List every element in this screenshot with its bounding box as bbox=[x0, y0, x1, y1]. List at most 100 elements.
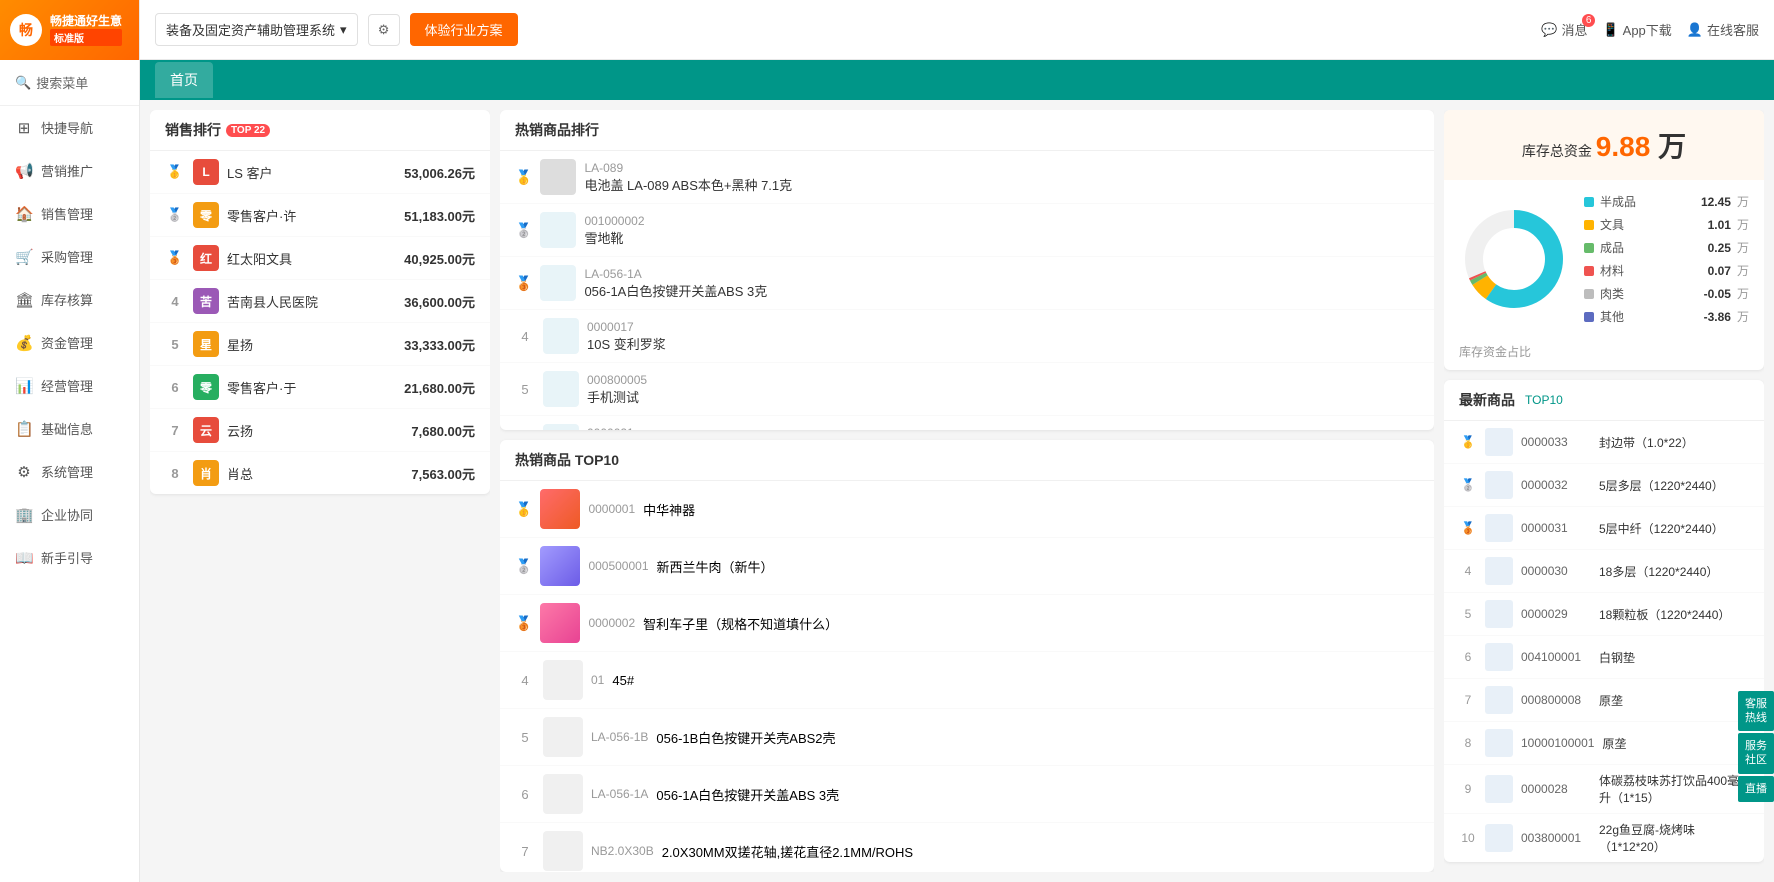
legend-value: 0.07 bbox=[1708, 264, 1731, 278]
product-image bbox=[543, 717, 583, 757]
product-name: 10S 变利罗浆 bbox=[587, 334, 1419, 353]
sidebar-item-inventory[interactable]: 🏛 库存核算 bbox=[0, 278, 139, 321]
product-name: 雪地靴 bbox=[584, 228, 1419, 247]
sales-amount: 40,925.00元 bbox=[404, 249, 475, 268]
product-image bbox=[540, 489, 580, 529]
product-name: 手机测试 bbox=[587, 387, 1419, 406]
product-ranking-table: 🥇 LA-089 电池盖 LA-089 ABS本色+黑种 7.1克 🥈 0010… bbox=[500, 151, 1434, 430]
cs-community-button[interactable]: 服务社区 bbox=[1738, 733, 1774, 774]
product-name: 原垄 bbox=[1599, 692, 1749, 709]
sidebar-item-enterprise[interactable]: 🏢 企业协同 bbox=[0, 493, 139, 536]
rank-medal: 🥈 bbox=[515, 558, 532, 575]
list-item: 🥉 0000031 5层中纤（1220*2440） bbox=[1444, 507, 1764, 550]
sales-ranking-title: 销售排行 bbox=[165, 120, 221, 140]
legend-value: 0.25 bbox=[1708, 241, 1731, 255]
settings-button[interactable]: ⚙ bbox=[368, 14, 400, 46]
nav-icon: 🏢 bbox=[15, 506, 33, 524]
new-products-subtitle: TOP10 bbox=[1525, 393, 1563, 407]
system-selector[interactable]: 装备及固定资产辅助管理系统 ▾ bbox=[155, 13, 358, 46]
chevron-down-icon: ▾ bbox=[340, 22, 347, 38]
rank-number: 7 bbox=[165, 423, 185, 438]
sales-amount: 36,600.00元 bbox=[404, 292, 475, 311]
hot-products-header: 热销商品 TOP10 bbox=[500, 440, 1434, 481]
sidebar-item-label: 系统管理 bbox=[41, 462, 93, 481]
gear-icon: ⚙ bbox=[378, 22, 390, 38]
sidebar-item-label: 营销推广 bbox=[41, 161, 93, 180]
product-code: LA-089 bbox=[584, 161, 1419, 175]
legend-color-dot bbox=[1584, 289, 1594, 299]
table-row: 🥉 红 红太阳文具 40,925.00元 bbox=[150, 237, 490, 280]
rank-number: 5 bbox=[165, 337, 185, 352]
sidebar-item-quick-nav[interactable]: ⊞ 快捷导航 bbox=[0, 106, 139, 149]
page-content: 销售排行 TOP 22 🥇 L LS 客户 53,006.26元 🥈 零 bbox=[140, 100, 1774, 882]
list-item: 7 000800008 原垄 bbox=[1444, 679, 1764, 722]
legend-value: -3.86 bbox=[1704, 310, 1731, 324]
rank-number: 4 bbox=[515, 329, 535, 344]
rank-number: 4 bbox=[1459, 564, 1477, 578]
sidebar-search-section: 🔍 搜索菜单 bbox=[0, 60, 139, 106]
rank-medal: 🥇 bbox=[515, 169, 532, 186]
legend-item: 文具 1.01 万 bbox=[1584, 213, 1749, 236]
inventory-title-text: 库存总资金 bbox=[1522, 143, 1592, 159]
online-service-button[interactable]: 👤 在线客服 bbox=[1687, 20, 1759, 39]
cs-hotline-button[interactable]: 客服热线 bbox=[1738, 691, 1774, 732]
product-name: 2.0X30MM双搓花轴,搓花直径2.1MM/ROHS bbox=[662, 842, 913, 861]
product-image bbox=[543, 660, 583, 700]
product-info: 0000021 夹壳 bbox=[587, 426, 1419, 431]
sidebar-item-sales[interactable]: 🏠 销售管理 bbox=[0, 192, 139, 235]
legend-color-dot bbox=[1584, 197, 1594, 207]
sidebar-item-system[interactable]: ⚙ 系统管理 bbox=[0, 450, 139, 493]
product-info: 001000002 雪地靴 bbox=[584, 214, 1419, 247]
legend-value: 12.45 bbox=[1701, 195, 1731, 209]
rank-number: 4 bbox=[515, 673, 535, 688]
cs-live-button[interactable]: 直播 bbox=[1738, 776, 1774, 802]
table-row: 5 000800005 手机测试 bbox=[500, 363, 1434, 416]
nav-icon: 🛒 bbox=[15, 248, 33, 266]
logo-text: 畅捷通好生意 bbox=[50, 14, 122, 30]
product-code: 000800005 bbox=[587, 373, 1419, 387]
sidebar-item-marketing[interactable]: 📢 营销推广 bbox=[0, 149, 139, 192]
tab-home[interactable]: 首页 bbox=[155, 62, 213, 98]
app-download-button[interactable]: 📱 App下载 bbox=[1602, 20, 1671, 39]
table-row: 🥈 零 零售客户·许 51,183.00元 bbox=[150, 194, 490, 237]
legend-color-dot bbox=[1584, 312, 1594, 322]
product-image bbox=[1485, 600, 1513, 628]
left-column: 销售排行 TOP 22 🥇 L LS 客户 53,006.26元 🥈 零 bbox=[150, 110, 490, 872]
logo-icon: 畅 bbox=[10, 14, 42, 46]
sidebar-item-operation[interactable]: 📊 经营管理 bbox=[0, 364, 139, 407]
sidebar-item-basic[interactable]: 📋 基础信息 bbox=[0, 407, 139, 450]
sidebar-item-finance[interactable]: 💰 资金管理 bbox=[0, 321, 139, 364]
logo-sub: 标准版 bbox=[50, 29, 122, 46]
avatar: 零 bbox=[193, 374, 219, 400]
product-code: LA-056-1A bbox=[584, 267, 1419, 281]
sidebar-item-guide[interactable]: 📖 新手引导 bbox=[0, 536, 139, 579]
customer-name: LS 客户 bbox=[227, 163, 396, 182]
list-item: 🥈 0000032 5层多层（1220*2440） bbox=[1444, 464, 1764, 507]
product-code: 0000002 bbox=[588, 616, 635, 630]
legend-color-dot bbox=[1584, 220, 1594, 230]
top-header: 装备及固定资产辅助管理系统 ▾ ⚙ 体验行业方案 💬 消息 6 📱 App下载 … bbox=[140, 0, 1774, 60]
legend-name: 其他 bbox=[1600, 308, 1698, 325]
customer-service-buttons: 客服热线 服务社区 直播 bbox=[1738, 691, 1774, 802]
list-item: 🥇 0000001 中华神器 bbox=[500, 481, 1434, 538]
nav-icon: 📋 bbox=[15, 420, 33, 438]
sales-amount: 51,183.00元 bbox=[404, 206, 475, 225]
sidebar-item-purchase[interactable]: 🛒 采购管理 bbox=[0, 235, 139, 278]
rank-number: 🥈 bbox=[165, 207, 185, 223]
product-image bbox=[543, 424, 579, 430]
inventory-amount: 9.88 bbox=[1596, 131, 1651, 162]
sales-amount: 21,680.00元 bbox=[404, 378, 475, 397]
legend-name: 肉类 bbox=[1600, 285, 1698, 302]
legend-value: 1.01 bbox=[1708, 218, 1731, 232]
rank-number: 🥉 bbox=[1459, 521, 1477, 535]
sidebar-navigation: ⊞ 快捷导航 📢 营销推广 🏠 销售管理 🛒 采购管理 🏛 库存核算 💰 资金管… bbox=[0, 106, 139, 882]
table-row: 4 0000017 10S 变利罗浆 bbox=[500, 310, 1434, 363]
nav-icon: ⊞ bbox=[15, 119, 33, 137]
search-menu-button[interactable]: 🔍 搜索菜单 bbox=[10, 68, 129, 97]
sales-ranking-panel: 销售排行 TOP 22 🥇 L LS 客户 53,006.26元 🥈 零 bbox=[150, 110, 490, 494]
mobile-icon: 📱 bbox=[1602, 22, 1618, 38]
message-button[interactable]: 💬 消息 6 bbox=[1541, 20, 1587, 39]
sidebar-item-label: 快捷导航 bbox=[41, 118, 93, 137]
trial-button[interactable]: 体验行业方案 bbox=[410, 13, 518, 46]
product-image bbox=[540, 603, 580, 643]
